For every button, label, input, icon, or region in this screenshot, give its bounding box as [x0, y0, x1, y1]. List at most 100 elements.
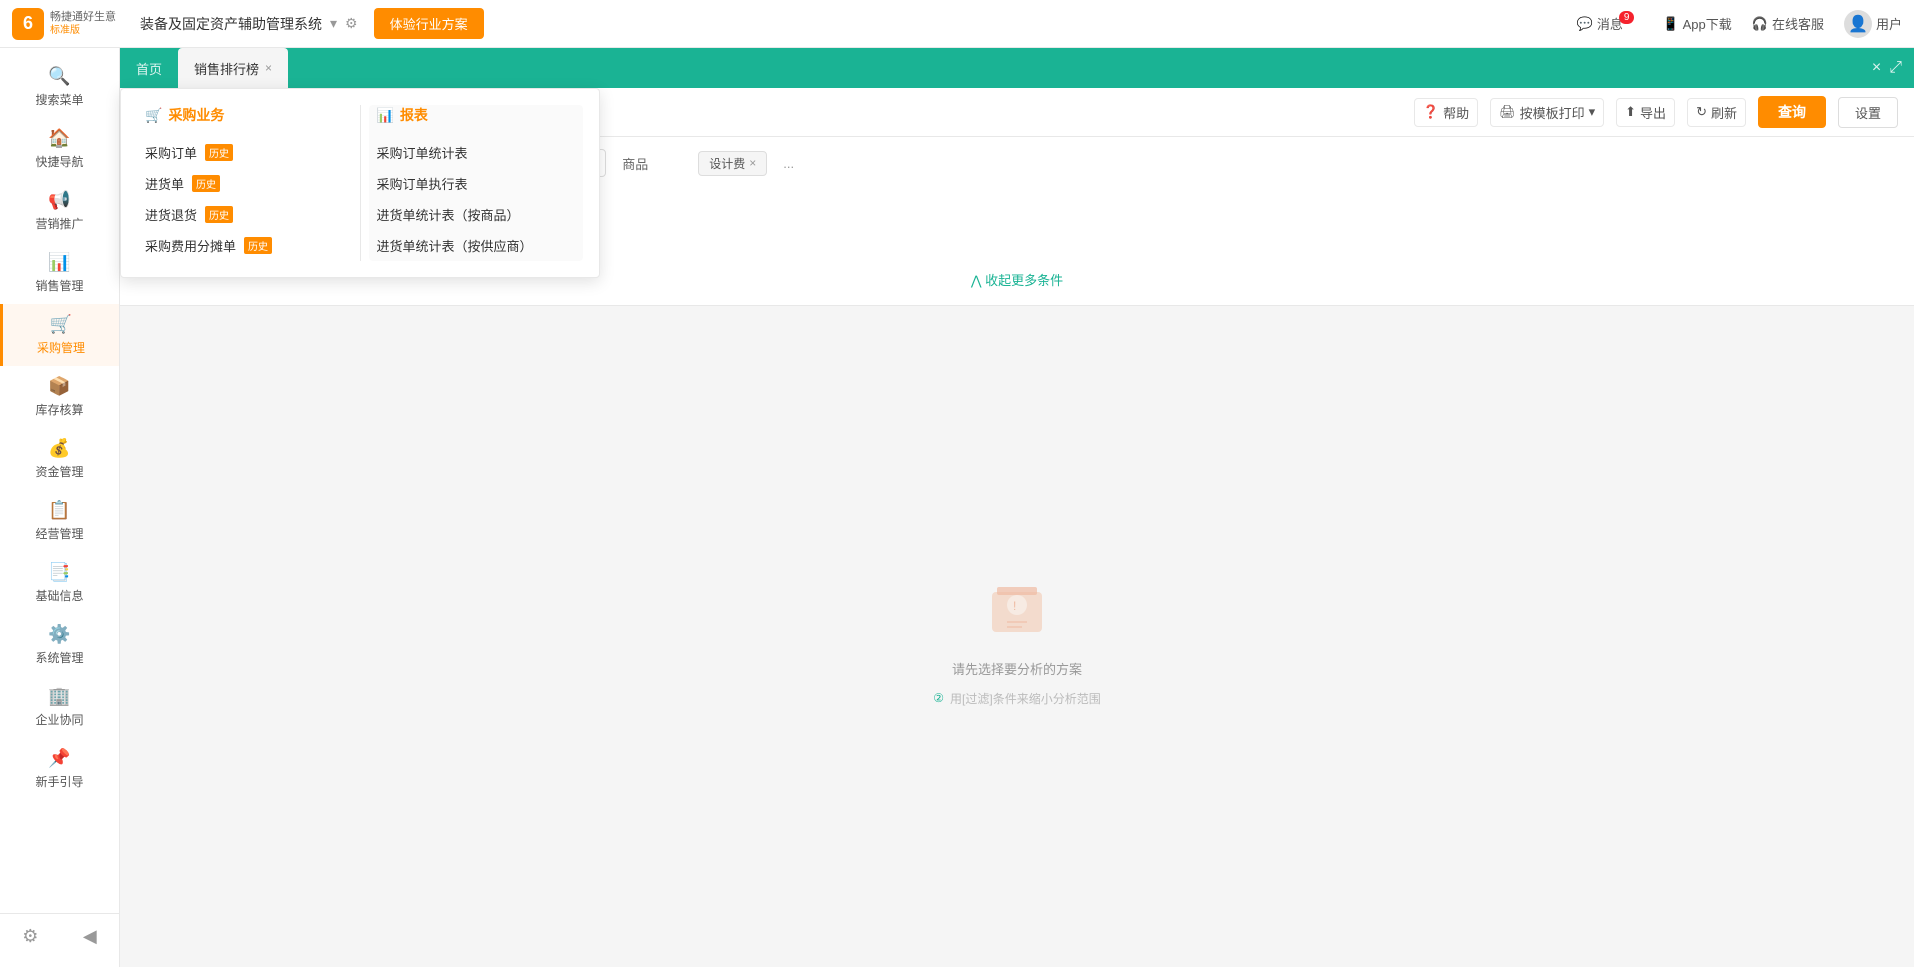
content-area: 首页 销售排行榜 × × ⤢ ❓ 帮助 🖨 按模板打印 ▾ ⬆ — [120, 48, 1914, 967]
sidebar-item-finance[interactable]: 💰 资金管理 — [0, 428, 119, 490]
sidebar-item-label: 快捷导航 — [35, 153, 83, 170]
sidebar-item-basic-info[interactable]: 📑 基础信息 — [0, 552, 119, 614]
empty-hint2: ② 用[过滤]条件来缩小分析范围 — [933, 690, 1100, 707]
industry-button[interactable]: 体验行业方案 — [374, 8, 484, 39]
menu-item-purchase-order-exec[interactable]: 采购订单执行表 — [377, 168, 576, 199]
enterprise-icon: 🏢 — [48, 686, 70, 707]
system-title-arrow[interactable]: ▾ — [330, 15, 337, 32]
goods-tag: 设计费 × — [698, 151, 767, 176]
sidebar-bottom: ⚙ ◀ — [0, 913, 119, 959]
marketing-icon: 📢 — [48, 190, 70, 211]
svg-text:!: ! — [1013, 599, 1016, 613]
sales-icon: 📊 — [48, 252, 70, 273]
headset-icon: 🎧 — [1752, 16, 1768, 32]
print-button[interactable]: 🖨 按模板打印 ▾ — [1490, 98, 1604, 127]
sidebar-item-guide[interactable]: 📌 新手引导 — [0, 738, 119, 800]
sidebar-item-marketing[interactable]: 📢 营销推广 — [0, 180, 119, 242]
sidebar-item-operations[interactable]: 📋 经营管理 — [0, 490, 119, 552]
topbar: 6 畅捷通好生意 标准版 装备及固定资产辅助管理系统 ▾ ⚙ 体验行业方案 💬 … — [0, 0, 1914, 48]
history-badge-2: 历史 — [192, 175, 220, 192]
tab-bar-right: × ⤢ — [1872, 48, 1914, 88]
refresh-button[interactable]: ↻ 刷新 — [1687, 98, 1746, 127]
sidebar-item-inventory[interactable]: 📦 库存核算 — [0, 366, 119, 428]
logo-icon: 6 — [12, 8, 44, 40]
sidebar-item-system[interactable]: ⚙️ 系统管理 — [0, 614, 119, 676]
tab-sales-ranking[interactable]: 销售排行榜 × — [178, 48, 288, 88]
user-avatar: 👤 — [1844, 10, 1872, 38]
app-download-label: App下载 — [1683, 14, 1732, 33]
report-menu-column: 📊 报表 采购订单统计表 采购订单执行表 进货单统计表（按商品） 进货单统计表（… — [369, 105, 584, 261]
tab-close-icon[interactable]: × — [265, 61, 272, 75]
tab-sales-ranking-label: 销售排行榜 — [194, 59, 259, 78]
message-icon: 💬 — [1577, 16, 1593, 32]
user-item[interactable]: 👤 用户 — [1844, 10, 1902, 38]
print-icon: 🖨 — [1499, 104, 1516, 120]
history-badge-3: 历史 — [205, 206, 233, 223]
logo-badge: 标准版 — [50, 24, 116, 37]
user-name: 用户 — [1876, 14, 1902, 33]
report-menu-icon: 📊 — [377, 107, 394, 124]
menu-item-label: 采购订单 — [145, 143, 197, 162]
sidebar-item-search[interactable]: 🔍 搜索菜单 — [0, 56, 119, 118]
sidebar-item-sales[interactable]: 📊 销售管理 — [0, 242, 119, 304]
online-service-item[interactable]: 🎧 在线客服 — [1752, 14, 1824, 33]
logo-char: 6 — [23, 13, 33, 34]
finance-icon: 💰 — [48, 438, 70, 459]
app-download-item[interactable]: 📱 App下载 — [1662, 14, 1731, 33]
menu-item-receipt-stat-goods[interactable]: 进货单统计表（按商品） — [377, 199, 576, 230]
export-button[interactable]: ⬆ 导出 — [1616, 98, 1675, 127]
purchase-menu-column: 🛒 采购业务 采购订单 历史 进货单 历史 进货退货 历史 采购费用分摊单 — [137, 105, 352, 261]
sidebar-item-label: 基础信息 — [35, 587, 83, 604]
system-settings-icon[interactable]: ⚙ — [345, 15, 358, 32]
settings-button[interactable]: 设置 — [1838, 97, 1898, 128]
menu-item-label: 进货单统计表（按供应商） — [377, 236, 533, 255]
message-item[interactable]: 💬 消息 9 — [1577, 14, 1643, 33]
sidebar-collapse-icon[interactable]: ◀ — [83, 926, 97, 947]
menu-item-purchase-return[interactable]: 进货退货 历史 — [145, 199, 344, 230]
notification-badge: 9 — [1619, 11, 1635, 24]
menu-item-purchase-expense[interactable]: 采购费用分摊单 历史 — [145, 230, 344, 261]
sidebar-settings-icon[interactable]: ⚙ — [22, 926, 38, 947]
menu-item-label: 进货单 — [145, 174, 184, 193]
logo-area: 6 畅捷通好生意 标准版 — [12, 8, 132, 40]
main-layout: 🔍 搜索菜单 🏠 快捷导航 📢 营销推广 📊 销售管理 🛒 采购管理 📦 库存核… — [0, 48, 1914, 967]
sidebar: 🔍 搜索菜单 🏠 快捷导航 📢 营销推广 📊 销售管理 🛒 采购管理 📦 库存核… — [0, 48, 120, 967]
sidebar-item-label: 采购管理 — [37, 339, 85, 356]
menu-item-purchase-receipt[interactable]: 进货单 历史 — [145, 168, 344, 199]
sidebar-item-label: 营销推广 — [35, 215, 83, 232]
sidebar-item-label: 新手引导 — [35, 773, 83, 790]
menu-item-purchase-order-stat[interactable]: 采购订单统计表 — [377, 137, 576, 168]
goods-tag-remove[interactable]: × — [749, 156, 756, 170]
tab-home[interactable]: 首页 — [120, 48, 178, 88]
tab-bar-expand-icon[interactable]: ⤢ — [1889, 59, 1902, 77]
goods-label: 商品 — [622, 154, 682, 173]
logo-title: 畅捷通好生意 — [50, 10, 116, 24]
sidebar-item-quick-nav[interactable]: 🏠 快捷导航 — [0, 118, 119, 180]
menu-item-label: 采购订单统计表 — [377, 143, 468, 162]
refresh-label: 刷新 — [1711, 103, 1737, 122]
export-label: 导出 — [1640, 103, 1666, 122]
guide-icon: 📌 — [48, 748, 70, 769]
menu-item-label: 采购订单执行表 — [377, 174, 468, 193]
sidebar-item-enterprise[interactable]: 🏢 企业协同 — [0, 676, 119, 738]
export-icon: ⬆ — [1625, 104, 1636, 120]
empty-state: ! 请先选择要分析的方案 ② 用[过滤]条件来缩小分析范围 — [120, 306, 1914, 967]
help-icon: ❓ — [1423, 104, 1439, 120]
basic-info-icon: 📑 — [48, 562, 70, 583]
sidebar-item-label: 资金管理 — [35, 463, 83, 480]
topbar-right: 💬 消息 9 📱 App下载 🎧 在线客服 👤 用户 — [1577, 10, 1902, 38]
report-menu-label: 报表 — [400, 105, 428, 125]
empty-hint1: 请先选择要分析的方案 — [952, 659, 1082, 678]
inventory-icon: 📦 — [48, 376, 70, 397]
sidebar-item-purchase[interactable]: 🛒 采购管理 — [0, 304, 119, 366]
tab-bar: 首页 销售排行榜 × × ⤢ — [120, 48, 1914, 88]
tab-bar-close-icon[interactable]: × — [1872, 59, 1881, 77]
goods-dots[interactable]: ... — [783, 156, 794, 171]
print-label: 按模板打印 — [1520, 103, 1585, 122]
menu-item-receipt-stat-supplier[interactable]: 进货单统计表（按供应商） — [377, 230, 576, 261]
query-button[interactable]: 查询 — [1758, 96, 1826, 128]
help-button[interactable]: ❓ 帮助 — [1414, 98, 1478, 127]
history-badge-4: 历史 — [244, 237, 272, 254]
purchase-icon: 🛒 — [50, 314, 72, 335]
menu-item-purchase-order[interactable]: 采购订单 历史 — [145, 137, 344, 168]
